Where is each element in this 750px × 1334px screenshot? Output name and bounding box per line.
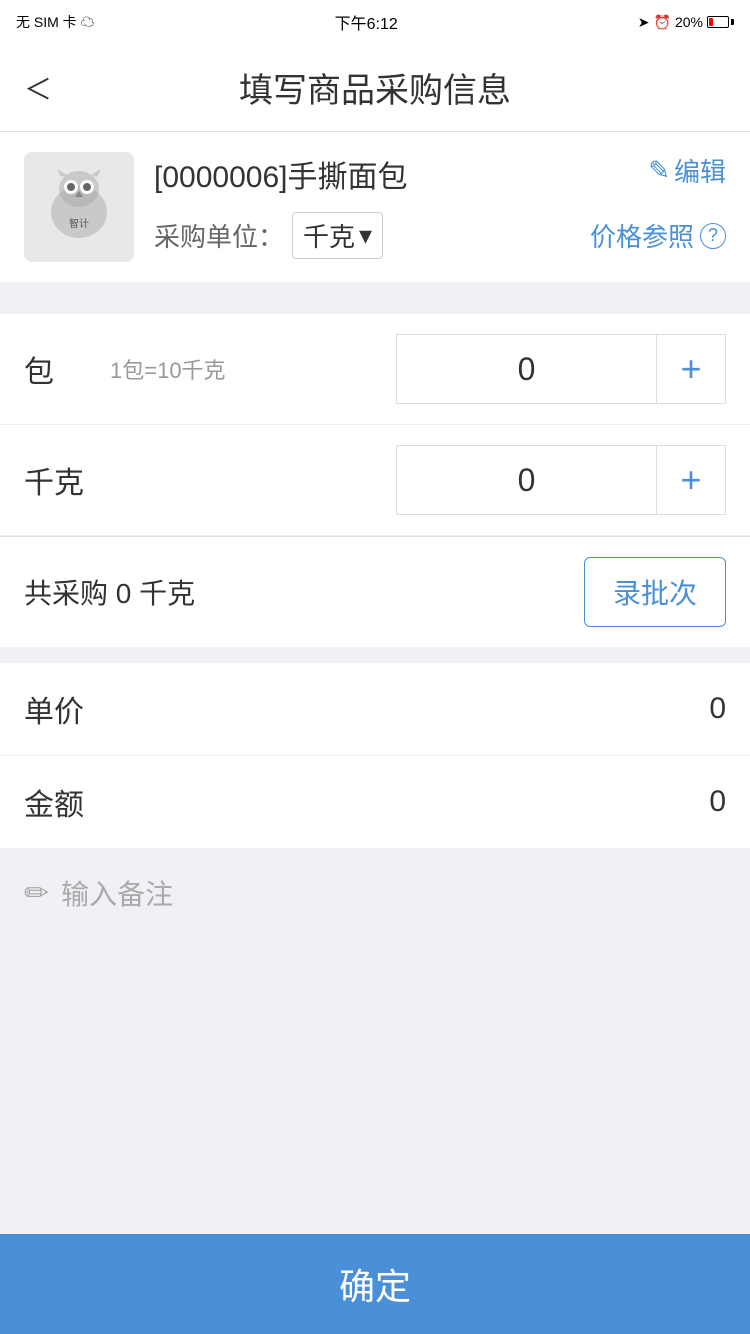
bag-input-row: 包 1包=10千克 + [0,314,750,425]
summary-text: 共采购 0 千克 [24,572,584,612]
battery-percent: 20% [675,14,703,30]
dropdown-icon: ▾ [359,220,372,251]
kg-quantity-input[interactable] [396,445,656,515]
confirm-button-label: 确定 [339,1258,411,1310]
status-bar: 无 SIM 卡 ☁ 下午6:12 ➤ ⏰ 20% [0,0,750,44]
unit-price-label: 单价 [24,687,709,731]
help-icon: ? [700,223,726,249]
kg-plus-button[interactable]: + [656,445,726,515]
unit-price-row: 单价 0 [0,663,750,756]
notes-area[interactable]: ✏ 输入备注 [0,849,750,937]
batch-button[interactable]: 录批次 [584,557,726,627]
bag-sublabel: 1包=10千克 [110,353,226,385]
unit-label: 采购单位： [154,217,284,254]
battery-icon [707,16,734,28]
notes-placeholder: 输入备注 [61,873,173,913]
back-button[interactable]: ＜ [24,68,52,108]
bag-quantity-input[interactable] [396,334,656,404]
status-left: 无 SIM 卡 ☁ [16,12,95,32]
price-ref-label: 价格参照 [590,217,694,254]
unit-price-value: 0 [709,692,726,726]
amount-label: 金额 [24,780,709,824]
page-title: 填写商品采购信息 [239,63,511,112]
status-time: 下午6:12 [335,10,398,34]
nav-bar: ＜ 填写商品采购信息 [0,44,750,132]
price-ref-button[interactable]: 价格参照 ? [590,217,726,254]
divider-2 [0,647,750,663]
product-card: 智计 [0000006]手撕面包 ✎ 编辑 采购单位： 千克 ▾ [0,132,750,282]
product-thumbnail: 智计 [24,152,134,262]
back-icon: ＜ [24,74,52,105]
amount-value: 0 [709,785,726,819]
product-logo: 智计 [39,167,119,247]
svg-text:智计: 智计 [69,217,89,230]
status-right: ➤ ⏰ 20% [638,14,734,31]
unit-select[interactable]: 千克 ▾ [292,212,383,259]
amount-row: 金额 0 [0,756,750,849]
edit-button[interactable]: ✎ 编辑 [648,152,726,189]
kg-input-row: 千克 + [0,425,750,536]
summary-row: 共采购 0 千克 录批次 [0,536,750,647]
confirm-bar[interactable]: 确定 [0,1234,750,1334]
product-name: [0000006]手撕面包 [154,152,407,196]
divider-1 [0,298,750,314]
bag-label: 包 [24,347,104,391]
product-info: [0000006]手撕面包 ✎ 编辑 采购单位： 千克 ▾ 价格参照 ? [154,152,726,259]
pencil-icon: ✏ [24,876,49,911]
location-icon: ➤ [638,14,650,31]
kg-label: 千克 [24,458,104,502]
edit-label: 编辑 [674,152,726,189]
empty-space [0,937,750,1217]
unit-value: 千克 [303,217,355,254]
alarm-icon: ⏰ [654,14,671,31]
sim-status: 无 SIM 卡 ☁ [16,12,95,32]
edit-icon: ✎ [648,155,670,186]
bag-plus-button[interactable]: + [656,334,726,404]
